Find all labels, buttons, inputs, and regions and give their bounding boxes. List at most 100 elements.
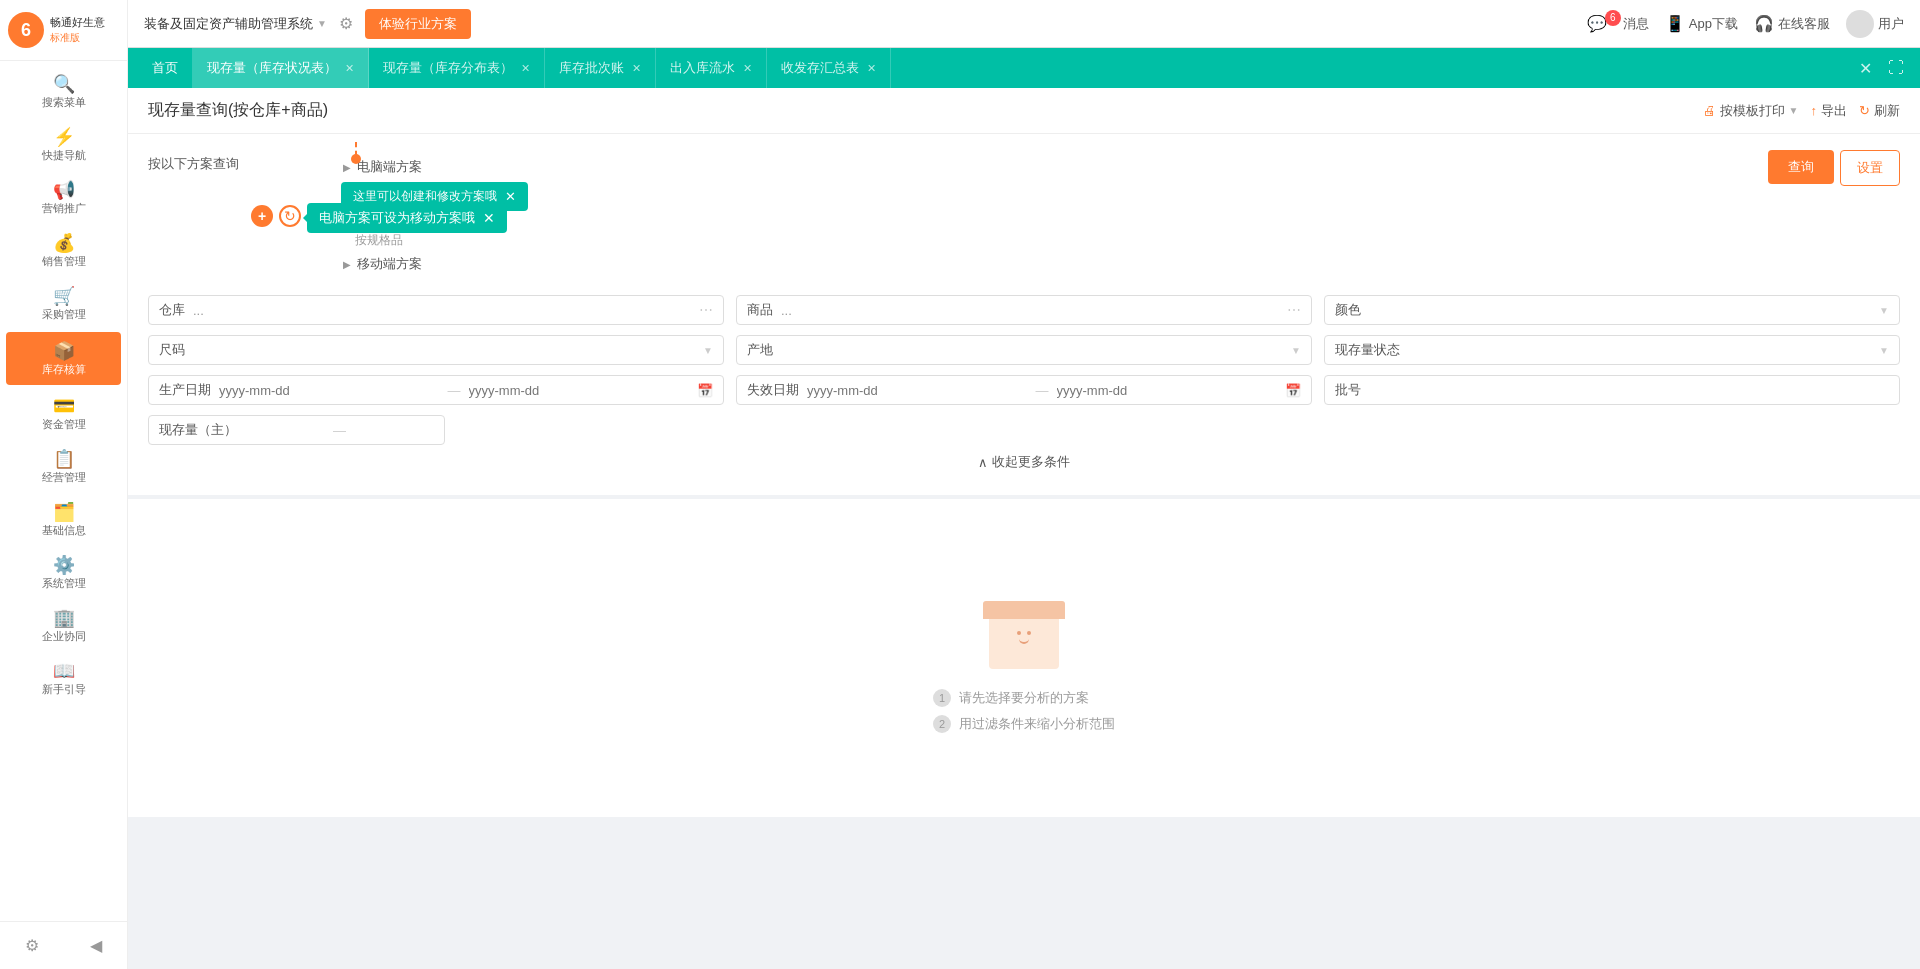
sidebar-item-quick[interactable]: ⚡ 快捷导航	[0, 118, 127, 171]
sidebar-collapse-btn[interactable]: ◀	[86, 932, 106, 959]
sidebar-item-inventory[interactable]: 📦 库存核算	[6, 332, 121, 385]
sidebar-item-basics[interactable]: 🗂️ 基础信息	[0, 493, 127, 546]
filter-row-2: 尺码 ▼ 产地 ▼ 现存量状态 ▼	[148, 335, 1900, 365]
product-field[interactable]: 商品 ... ⋯	[736, 295, 1312, 325]
sidebar-item-marketing[interactable]: 📢 营销推广	[0, 171, 127, 224]
template-print-btn[interactable]: 🖨 按模板打印 ▼	[1703, 102, 1799, 120]
tab-recv-summary[interactable]: 收发存汇总表 ✕	[767, 48, 891, 88]
finance-icon: 💳	[53, 397, 75, 415]
refresh-btn[interactable]: ↻ 刷新	[1859, 102, 1900, 120]
edit-tooltip-close[interactable]: ✕	[505, 189, 516, 204]
origin-dropdown-icon[interactable]: ▼	[1291, 345, 1301, 356]
sidebar-bottom: ⚙ ◀	[0, 921, 127, 969]
box-lid	[983, 601, 1065, 619]
tab-inout-flow-close[interactable]: ✕	[743, 62, 752, 75]
system-name-dropdown[interactable]: 装备及固定资产辅助管理系统 ▼	[144, 15, 327, 33]
sidebar-label-purchase: 采购管理	[42, 309, 86, 320]
sidebar-label-basics: 基础信息	[42, 525, 86, 536]
expiry-date-input[interactable]	[807, 383, 1028, 398]
production-date-input-end[interactable]	[469, 383, 690, 398]
product-more-icon[interactable]: ⋯	[1287, 302, 1301, 318]
color-dropdown-icon[interactable]: ▼	[1879, 305, 1889, 316]
tab-home-label: 首页	[152, 59, 178, 77]
scheme-tooltip-close[interactable]: ✕	[483, 210, 495, 226]
expiry-date-input-end[interactable]	[1057, 383, 1278, 398]
sidebar-item-search[interactable]: 🔍 搜索菜单	[0, 65, 127, 118]
phone-icon: 📱	[1665, 14, 1685, 33]
color-field[interactable]: 颜色 ▼	[1324, 295, 1900, 325]
sidebar-item-finance[interactable]: 💳 资金管理	[0, 387, 127, 440]
production-date-calendar-icon[interactable]: 📅	[697, 383, 713, 398]
sidebar-item-purchase[interactable]: 🛒 采购管理	[0, 277, 127, 330]
tab-inventory-status-close[interactable]: ✕	[345, 62, 354, 75]
sidebar-item-sales[interactable]: 💰 销售管理	[0, 224, 127, 277]
tab-inventory-status[interactable]: 现存量（库存状况表） ✕	[193, 48, 369, 88]
tab-batch-ledger[interactable]: 库存批次账 ✕	[545, 48, 656, 88]
tab-maximize-btn[interactable]: ⛶	[1884, 55, 1908, 81]
support-icon: 🎧	[1754, 14, 1774, 33]
scheme-mobile[interactable]: ▶ 移动端方案	[335, 251, 528, 277]
warehouse-more-icon[interactable]: ⋯	[699, 302, 713, 318]
main-content: 现存量查询(按仓库+商品) 🖨 按模板打印 ▼ ↑ 导出 ↻ 刷新	[128, 88, 1920, 969]
user-menu[interactable]: 用户	[1846, 10, 1904, 38]
tab-batch-ledger-close[interactable]: ✕	[632, 62, 641, 75]
tab-recv-summary-close[interactable]: ✕	[867, 62, 876, 75]
sidebar-item-system[interactable]: ⚙️ 系统管理	[0, 546, 127, 599]
batch-field[interactable]: 批号	[1324, 375, 1900, 405]
scheme-expand-icon: ▶	[343, 162, 351, 173]
filter-controls-area: + ↻ 电脑方案可设为移动方案哦 ✕ ◀◀	[251, 150, 528, 281]
tab-bar: 首页 现存量（库存状况表） ✕ 现存量（库存分布表） ✕ 库存批次账 ✕ 出入库…	[128, 48, 1920, 88]
stock-status-field[interactable]: 现存量状态 ▼	[1324, 335, 1900, 365]
tab-home[interactable]: 首页	[136, 48, 193, 88]
filter-row-3: 生产日期 — 📅 失效日期 — 📅 批号	[148, 375, 1900, 405]
production-date-input[interactable]	[219, 383, 440, 398]
sidebar-item-operations[interactable]: 📋 经营管理	[0, 440, 127, 493]
sidebar-settings-btn[interactable]: ⚙	[21, 932, 43, 959]
reset-btn[interactable]: 设置	[1840, 150, 1900, 186]
tab-inventory-dist[interactable]: 现存量（库存分布表） ✕	[369, 48, 545, 88]
industry-btn[interactable]: 体验行业方案	[365, 9, 471, 39]
face-eye-right	[1027, 631, 1031, 635]
sidebar-item-enterprise[interactable]: 🏢 企业协同	[0, 599, 127, 652]
settings-icon[interactable]: ⚙	[339, 14, 353, 33]
tab-inout-flow[interactable]: 出入库流水 ✕	[656, 48, 767, 88]
stock-main-to-input[interactable]	[354, 423, 434, 438]
logo-text: 畅通好生意	[50, 15, 105, 30]
dropdown-arrow-icon: ▼	[1789, 105, 1799, 116]
refresh-scheme-btn[interactable]: ↻	[279, 205, 301, 227]
stock-main-field[interactable]: 现存量（主） —	[148, 415, 445, 445]
online-support-btn[interactable]: 🎧 在线客服	[1754, 14, 1830, 33]
enterprise-icon: 🏢	[53, 609, 75, 627]
expiry-date-field[interactable]: 失效日期 — 📅	[736, 375, 1312, 405]
filter-section: 按以下方案查询 + ↻ 电脑方案可设为移动方案哦 ✕ ◀◀	[128, 134, 1920, 495]
expiry-date-calendar-icon[interactable]: 📅	[1285, 383, 1301, 398]
app-download-btn[interactable]: 📱 App下载	[1665, 14, 1738, 33]
size-field[interactable]: 尺码 ▼	[148, 335, 724, 365]
batch-label: 批号	[1335, 381, 1361, 399]
tab-close-all-btn[interactable]: ✕	[1855, 55, 1876, 82]
origin-field[interactable]: 产地 ▼	[736, 335, 1312, 365]
sidebar-item-guide[interactable]: 📖 新手引导	[0, 652, 127, 705]
tab-inventory-dist-close[interactable]: ✕	[521, 62, 530, 75]
search-btn[interactable]: 查询	[1768, 150, 1834, 184]
sidebar-label-enterprise: 企业协同	[42, 631, 86, 642]
warehouse-field[interactable]: 仓库 ... ⋯	[148, 295, 724, 325]
filter-rows: 仓库 ... ⋯ 商品 ... ⋯ 颜色 ▼	[148, 295, 1900, 445]
sidebar-label-inventory: 库存核算	[42, 364, 86, 375]
size-dropdown-icon[interactable]: ▼	[703, 345, 713, 356]
scheme-mobile-label: 移动端方案	[357, 255, 422, 273]
export-btn[interactable]: ↑ 导出	[1811, 102, 1848, 120]
collapse-btn[interactable]: ∧ 收起更多条件	[148, 445, 1900, 479]
empty-state: 1 请先选择要分析的方案 2 用过滤条件来缩小分析范围	[128, 499, 1920, 817]
scheme-tooltip[interactable]: 电脑方案可设为移动方案哦 ✕	[307, 203, 507, 233]
stock-status-dropdown-icon[interactable]: ▼	[1879, 345, 1889, 356]
stock-main-from-input[interactable]	[245, 423, 325, 438]
box-face	[1011, 631, 1037, 651]
guide-icon: 📖	[53, 662, 75, 680]
batch-input[interactable]	[1369, 383, 1889, 398]
notification-btn[interactable]: 💬 6 6 消息	[1587, 14, 1649, 33]
add-scheme-btn[interactable]: +	[251, 205, 273, 227]
scheme-desktop[interactable]: ▶ 电脑端方案	[335, 154, 528, 180]
purchase-icon: 🛒	[53, 287, 75, 305]
production-date-field[interactable]: 生产日期 — 📅	[148, 375, 724, 405]
